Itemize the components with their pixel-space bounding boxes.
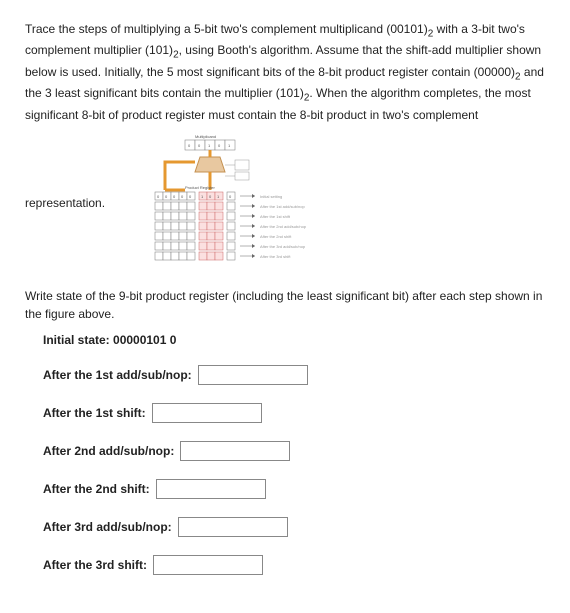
booth-diagram: Multiplicand 0 0 1 0 1 — [145, 132, 385, 275]
step-label-2: After the 1st shift: — [43, 406, 146, 420]
multiplicand-label: Multiplicand — [195, 134, 216, 139]
step-row-6: After the 3rd shift: — [43, 555, 545, 575]
instruction-text: Write state of the 9-bit product registe… — [25, 287, 545, 323]
svg-text:After the 3rd add/sub/nop: After the 3rd add/sub/nop — [260, 244, 306, 249]
alu-block — [195, 157, 225, 172]
diagram-svg: Multiplicand 0 0 1 0 1 — [145, 132, 385, 272]
representation-label: representation. — [25, 196, 105, 210]
svg-text:After the 1st add/sub/nop: After the 1st add/sub/nop — [260, 204, 305, 209]
step-label-4: After the 2nd shift: — [43, 482, 150, 496]
q-part1: Trace the steps of multiplying a 5-bit t… — [25, 22, 428, 36]
initial-state-label: Initial state: 00000101 0 — [43, 333, 545, 347]
multiplicand-bits: 0 0 1 0 1 — [185, 140, 235, 150]
step-label-1: After the 1st add/sub/nop: — [43, 368, 192, 382]
product-register-label: Product Register — [185, 185, 215, 190]
diagram-row: representation. Multiplicand 0 0 1 0 1 — [25, 132, 545, 275]
svg-text:After the 3rd shift: After the 3rd shift — [260, 254, 291, 259]
trace-rows: 000001010 Initial setting After the 1st … — [155, 192, 307, 260]
step-label-3: After 2nd add/sub/nop: — [43, 444, 174, 458]
step-row-1: After the 1st add/sub/nop: — [43, 365, 545, 385]
answer-input-4[interactable] — [156, 479, 266, 499]
answer-input-3[interactable] — [180, 441, 290, 461]
step-row-4: After the 2nd shift: — [43, 479, 545, 499]
answer-input-5[interactable] — [178, 517, 288, 537]
question-text: Trace the steps of multiplying a 5-bit t… — [25, 20, 545, 124]
step-row-2: After the 1st shift: — [43, 403, 545, 423]
step-row-3: After 2nd add/sub/nop: — [43, 441, 545, 461]
svg-text:After the 2nd shift: After the 2nd shift — [260, 234, 292, 239]
step-label-5: After 3rd add/sub/nop: — [43, 520, 172, 534]
svg-text:After the 2nd add/sub/nop: After the 2nd add/sub/nop — [260, 224, 307, 229]
step-label-6: After the 3rd shift: — [43, 558, 147, 572]
svg-text:After the 1st shift: After the 1st shift — [260, 214, 291, 219]
svg-text:Initial setting: Initial setting — [260, 194, 282, 199]
answer-input-1[interactable] — [198, 365, 308, 385]
answer-input-6[interactable] — [153, 555, 263, 575]
answer-input-2[interactable] — [152, 403, 262, 423]
step-row-5: After 3rd add/sub/nop: — [43, 517, 545, 537]
